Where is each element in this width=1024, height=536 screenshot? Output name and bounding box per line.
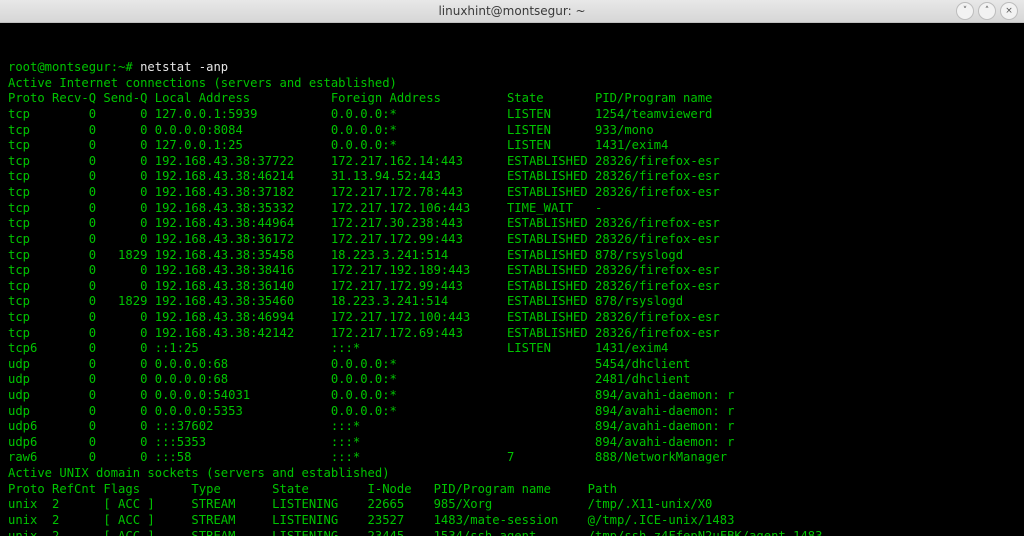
- window-controls: ˅ ˄ ×: [956, 2, 1018, 20]
- minimize-icon: ˅: [963, 7, 968, 16]
- maximize-icon: ˄: [985, 7, 990, 16]
- terminal-output: root@montsegur:~# netstat -anp Active In…: [8, 60, 1016, 536]
- title-bar[interactable]: linuxhint@montsegur: ~ ˅ ˄ ×: [0, 0, 1024, 23]
- maximize-button[interactable]: ˄: [978, 2, 996, 20]
- terminal-window: linuxhint@montsegur: ~ ˅ ˄ × root@montse…: [0, 0, 1024, 536]
- close-button[interactable]: ×: [1000, 2, 1018, 20]
- close-icon: ×: [1005, 7, 1013, 16]
- window-title: linuxhint@montsegur: ~: [438, 4, 585, 18]
- terminal-viewport[interactable]: root@montsegur:~# netstat -anp Active In…: [0, 23, 1024, 536]
- minimize-button[interactable]: ˅: [956, 2, 974, 20]
